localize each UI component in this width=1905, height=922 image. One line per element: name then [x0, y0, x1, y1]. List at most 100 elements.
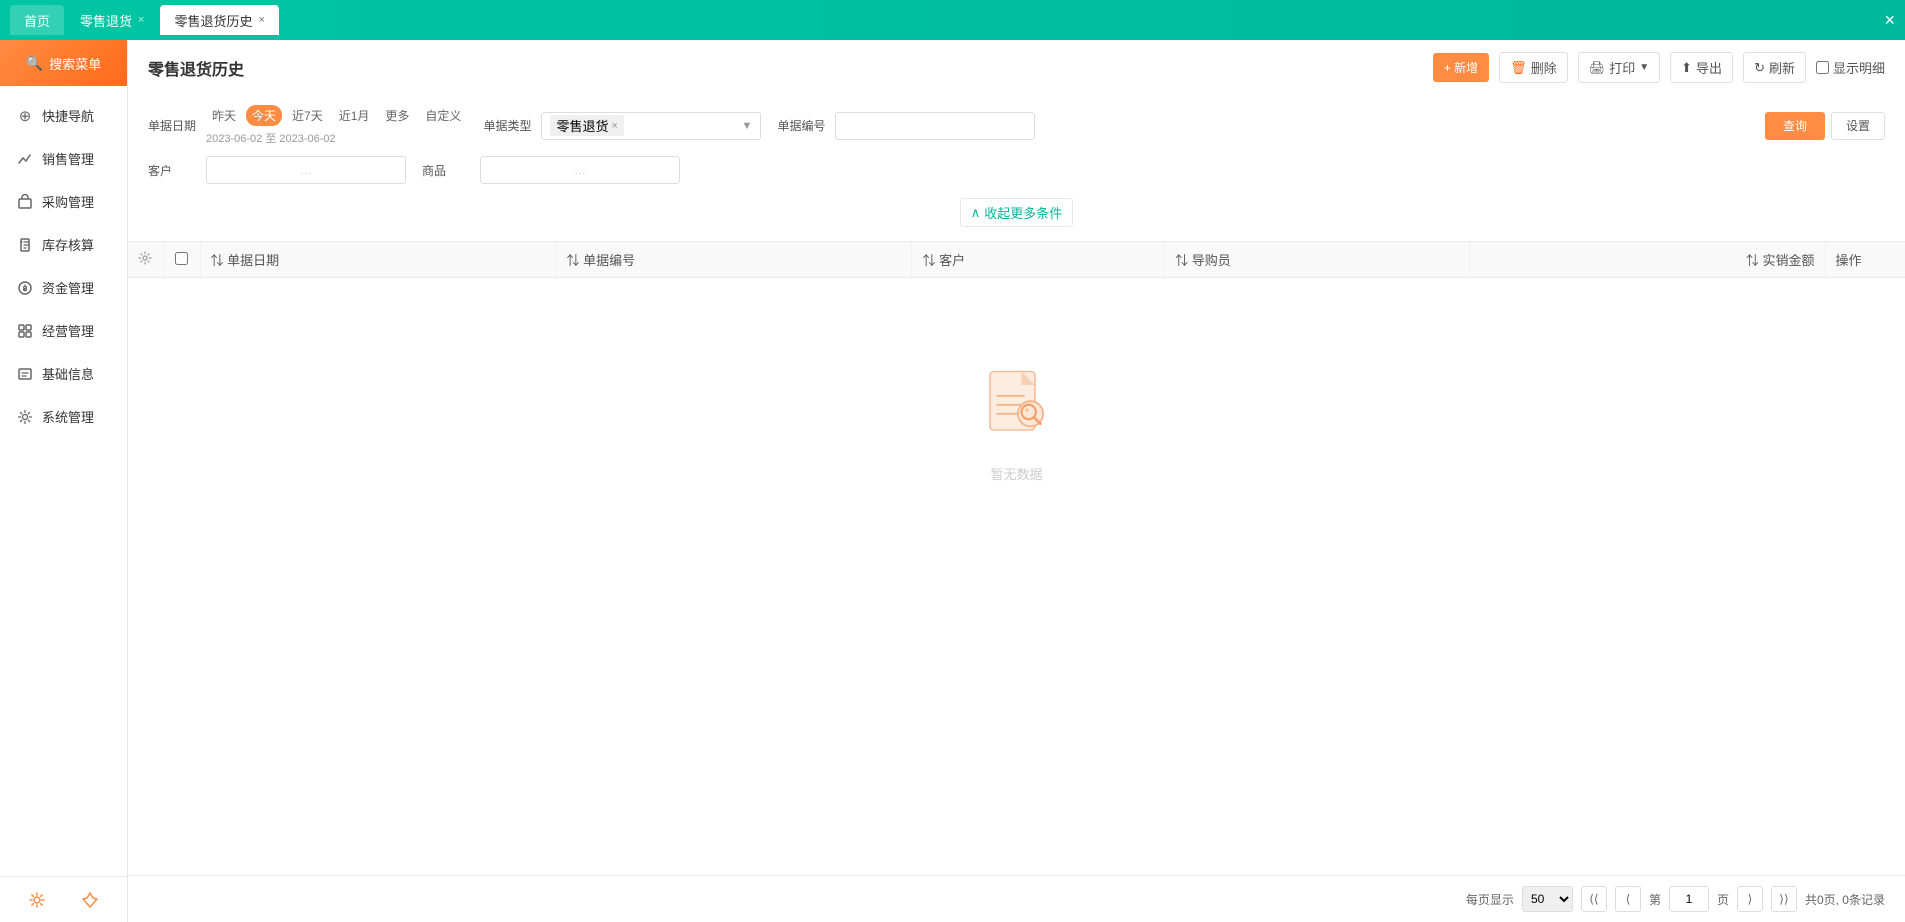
date-btn-more[interactable]: 更多	[379, 105, 415, 126]
delete-label: 删除	[1531, 58, 1557, 77]
date-btn-today[interactable]: 今天	[246, 105, 282, 126]
goods-filter-label: 商品	[422, 162, 472, 179]
operations-icon	[16, 322, 34, 340]
customer-filter: 客户 …	[148, 156, 406, 184]
tab-retail-return-label: 零售退货	[80, 11, 132, 30]
tab-retail-return-history[interactable]: 零售退货历史 ×	[160, 5, 278, 35]
tab-retail-return-history-close[interactable]: ×	[258, 14, 264, 26]
sidebar-item-system-label: 系统管理	[42, 407, 94, 426]
collapse-button[interactable]: ∧ 收起更多条件	[960, 198, 1074, 227]
th-date-label: ⇅	[211, 253, 228, 268]
sidebar-item-operations-label: 经营管理	[42, 321, 94, 340]
filter-area: 单据日期 昨天 今天 近7天 近1月 更多 自定义 2023-06-02 至 2…	[148, 95, 1885, 241]
display-detail-input[interactable]	[1816, 61, 1829, 74]
print-button[interactable]: 🖨 打印 ▼	[1578, 52, 1660, 83]
next-page-button[interactable]: ⟩	[1737, 886, 1763, 912]
th-guide[interactable]: ⇅ 导购员	[1165, 242, 1469, 278]
th-docno[interactable]: ⇅ 单据编号	[556, 242, 912, 278]
date-btn-7days[interactable]: 近7天	[286, 105, 329, 126]
type-select[interactable]: 零售退货 × ▼	[541, 112, 761, 140]
query-button[interactable]: 查询	[1765, 112, 1825, 140]
goods-input[interactable]: …	[480, 156, 680, 184]
delete-icon: 🗑	[1510, 60, 1527, 76]
th-actions: 操作	[1825, 242, 1905, 278]
table-body: 暂无数据	[128, 278, 1905, 564]
page-suffix: 页	[1717, 891, 1729, 908]
export-button[interactable]: ⬆ 导出	[1670, 52, 1733, 83]
window-close-button[interactable]: ×	[1884, 10, 1895, 31]
filter-row-1: 单据日期 昨天 今天 近7天 近1月 更多 自定义 2023-06-02 至 2…	[148, 105, 1885, 146]
docno-filter-label: 单据编号	[777, 117, 827, 134]
purchase-icon	[16, 193, 34, 211]
page-input[interactable]	[1669, 886, 1709, 912]
display-detail-checkbox[interactable]: 显示明细	[1816, 58, 1885, 77]
refresh-icon: ↻	[1754, 60, 1765, 76]
sidebar-item-sales-label: 销售管理	[42, 149, 94, 168]
tab-home[interactable]: 首页	[10, 5, 64, 35]
settings-button[interactable]: 设置	[1831, 112, 1885, 140]
export-label: 导出	[1696, 58, 1722, 77]
sidebar: 🔍 搜索菜单 ⊕ 快捷导航 销售管理	[0, 40, 128, 922]
th-amount-sort-icon: ⇅	[1746, 253, 1763, 268]
date-btn-yesterday[interactable]: 昨天	[206, 105, 242, 126]
sidebar-nav: ⊕ 快捷导航 销售管理 采购管理	[0, 86, 127, 876]
type-tag: 零售退货 ×	[550, 115, 623, 136]
tab-retail-return-close[interactable]: ×	[138, 14, 144, 26]
tab-retail-return[interactable]: 零售退货 ×	[66, 5, 158, 35]
first-page-button[interactable]: ⟨⟨	[1581, 886, 1607, 912]
sidebar-item-inventory[interactable]: 库存核算	[0, 223, 127, 266]
select-all-checkbox[interactable]	[175, 252, 188, 265]
sidebar-item-purchase-label: 采购管理	[42, 192, 94, 211]
sidebar-item-basic[interactable]: 基础信息	[0, 352, 127, 395]
sidebar-item-sales[interactable]: 销售管理	[0, 137, 127, 180]
filter-row-2: 客户 … 商品 …	[148, 156, 1885, 184]
th-guide-sort-icon: ⇅	[1175, 253, 1192, 268]
customer-input[interactable]: …	[206, 156, 406, 184]
search-icon: 🔍	[26, 55, 43, 72]
sidebar-item-purchase[interactable]: 采购管理	[0, 180, 127, 223]
type-tag-close[interactable]: ×	[611, 120, 617, 132]
table-header-row: ⇅ 单据日期 ⇅ 单据编号 ⇅ 客户 ⇅	[128, 242, 1905, 278]
print-label: 打印	[1609, 58, 1635, 77]
prev-page-button[interactable]: ⟨	[1615, 886, 1641, 912]
tab-retail-return-history-label: 零售退货历史	[174, 11, 252, 30]
th-date[interactable]: ⇅ 单据日期	[200, 242, 556, 278]
main-layout: 🔍 搜索菜单 ⊕ 快捷导航 销售管理	[0, 40, 1905, 922]
th-amount[interactable]: ⇅ 实销金额	[1469, 242, 1825, 278]
toolbar: + 新增 🗑 删除 🖨 打印 ▼ ⬆ 导出 ↻	[1433, 52, 1885, 83]
per-page-select[interactable]: 10 20 50 100	[1522, 886, 1573, 912]
add-button[interactable]: + 新增	[1433, 53, 1489, 82]
action-buttons: 查询 设置	[1765, 112, 1885, 140]
print-chevron-icon: ▼	[1639, 62, 1649, 73]
docno-input[interactable]	[835, 112, 1035, 140]
docno-filter: 单据编号	[777, 112, 1035, 140]
sidebar-search-button[interactable]: 🔍 搜索菜单	[0, 40, 127, 86]
print-icon: 🖨	[1589, 60, 1606, 76]
sidebar-item-finance[interactable]: 资金管理	[0, 266, 127, 309]
th-customer[interactable]: ⇅ 客户	[912, 242, 1165, 278]
customer-filter-label: 客户	[148, 162, 198, 179]
th-settings[interactable]	[128, 242, 164, 278]
data-table: ⇅ 单据日期 ⇅ 单据编号 ⇅ 客户 ⇅	[128, 242, 1905, 563]
date-btn-group: 昨天 今天 近7天 近1月 更多 自定义	[206, 105, 467, 126]
sidebar-item-finance-label: 资金管理	[42, 278, 94, 297]
sidebar-item-quick-nav[interactable]: ⊕ 快捷导航	[0, 94, 127, 137]
date-btn-custom[interactable]: 自定义	[419, 105, 467, 126]
sidebar-settings-button[interactable]	[22, 885, 52, 915]
basic-icon	[16, 365, 34, 383]
th-checkbox[interactable]	[164, 242, 200, 278]
sidebar-pin-button[interactable]	[75, 885, 105, 915]
sidebar-item-system[interactable]: 系统管理	[0, 395, 127, 438]
sidebar-item-operations[interactable]: 经营管理	[0, 309, 127, 352]
tab-bar: 首页 零售退货 × 零售退货历史 ×	[10, 5, 1884, 35]
date-btn-1month[interactable]: 近1月	[333, 105, 376, 126]
delete-button[interactable]: 🗑 删除	[1499, 52, 1568, 83]
th-docno-sort-icon: ⇅	[566, 253, 583, 268]
refresh-button[interactable]: ↻ 刷新	[1743, 52, 1806, 83]
sidebar-search-label: 搜索菜单	[49, 54, 101, 73]
per-page-label: 每页显示	[1466, 891, 1514, 908]
quick-nav-icon: ⊕	[16, 107, 34, 125]
last-page-button[interactable]: ⟩⟩	[1771, 886, 1797, 912]
collapse-up-icon: ∧	[971, 205, 981, 221]
collapse-label: 收起更多条件	[984, 203, 1062, 222]
